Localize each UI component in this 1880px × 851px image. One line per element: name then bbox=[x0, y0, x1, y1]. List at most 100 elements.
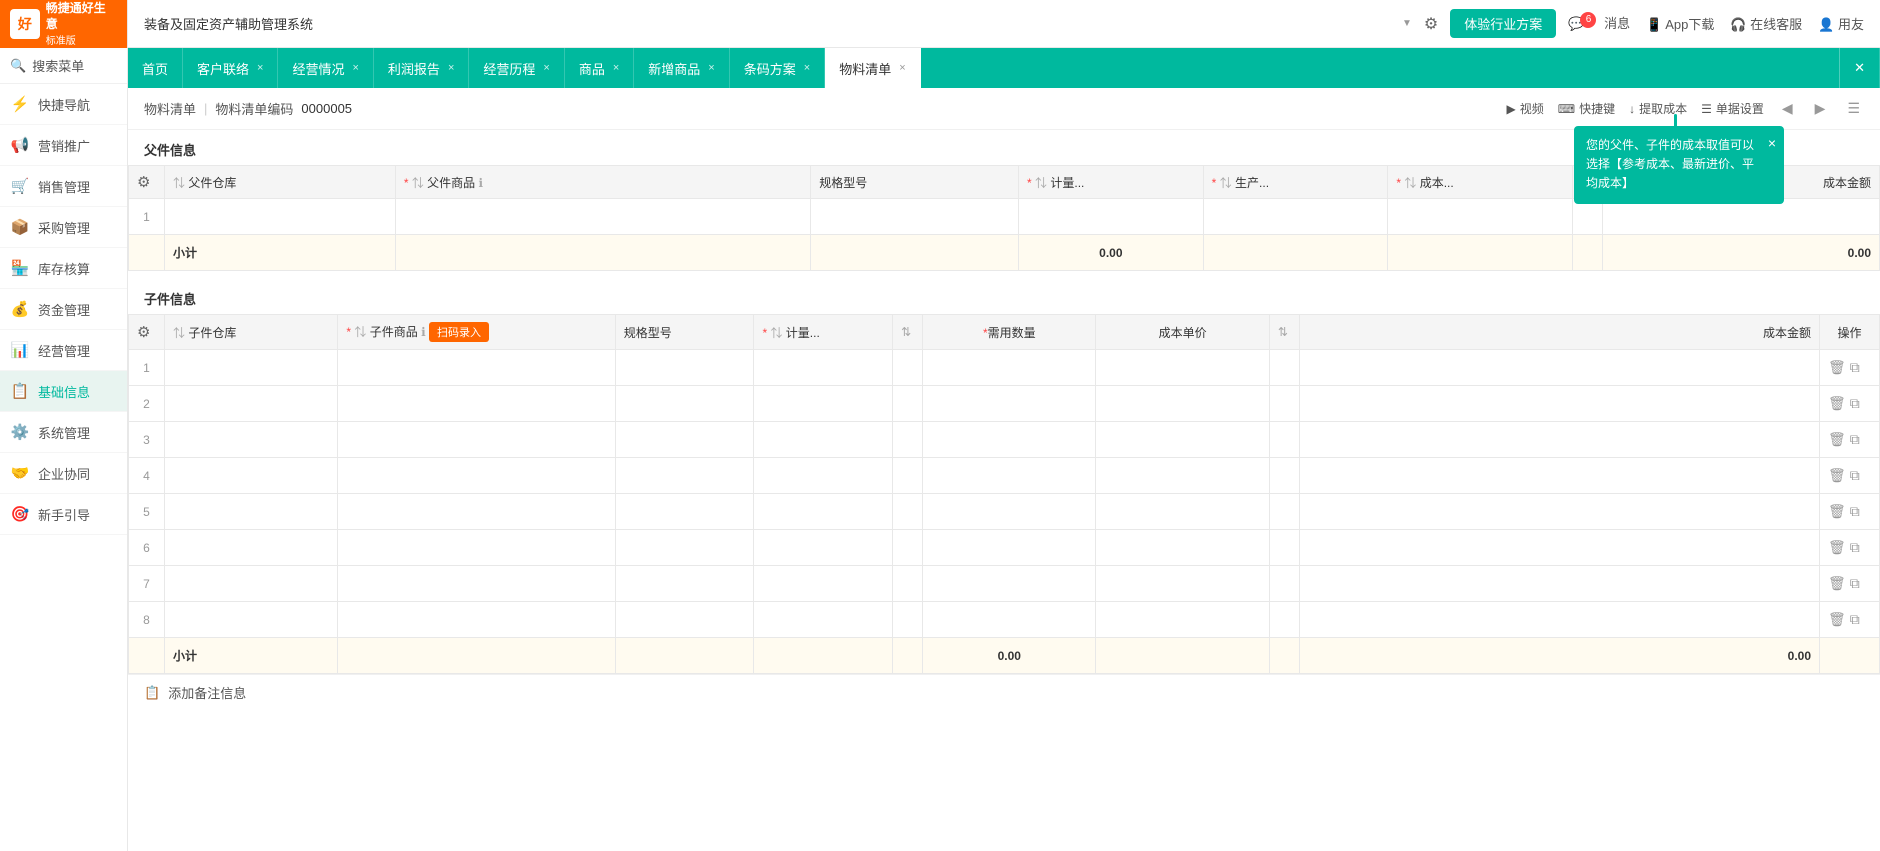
extract-cost-btn[interactable]: ↓ 提取成本 bbox=[1629, 100, 1687, 117]
single-setting-btn[interactable]: ☰ 单据设置 bbox=[1701, 100, 1764, 117]
breadcrumb-list[interactable]: 物料清单 bbox=[144, 99, 196, 118]
prod-sort[interactable]: ⇅ bbox=[1220, 176, 1235, 190]
child-spec-cell[interactable] bbox=[615, 386, 754, 422]
delete-icon[interactable]: 🗑 bbox=[1828, 467, 1846, 484]
tab-close-all[interactable]: ✕ bbox=[1839, 48, 1880, 88]
child-warehouse-cell[interactable] bbox=[165, 494, 338, 530]
delete-icon[interactable]: 🗑 bbox=[1828, 395, 1846, 412]
child-quantity-cell[interactable] bbox=[923, 386, 1096, 422]
copy-icon[interactable]: ⧉ bbox=[1850, 467, 1860, 484]
child-product-cell[interactable] bbox=[338, 386, 615, 422]
child-unit-cell[interactable] bbox=[754, 386, 893, 422]
app-download-action[interactable]: 📱 App下载 bbox=[1646, 14, 1714, 33]
child-spec-cell[interactable] bbox=[615, 350, 754, 386]
sidebar-item-guide[interactable]: 🎯 新手引导 bbox=[0, 494, 127, 535]
child-unit-cost-cell[interactable] bbox=[1096, 458, 1269, 494]
sidebar-item-cooperation[interactable]: 🤝 企业协同 bbox=[0, 453, 127, 494]
delete-icon[interactable]: 🗑 bbox=[1828, 611, 1846, 628]
tab-ops-status-close[interactable]: × bbox=[352, 62, 358, 74]
child-spec-cell[interactable] bbox=[615, 566, 754, 602]
child-sort2-icon[interactable]: ⇅ bbox=[1278, 325, 1288, 339]
child-product-cell[interactable] bbox=[338, 350, 615, 386]
child-product-cell[interactable] bbox=[338, 602, 615, 638]
tab-profit[interactable]: 利润报告 × bbox=[374, 48, 469, 88]
menu-icon[interactable]: ☰ bbox=[1843, 98, 1864, 119]
child-product-cell[interactable] bbox=[338, 566, 615, 602]
unit-sort[interactable]: ⇅ bbox=[1035, 176, 1050, 190]
child-unit-cell[interactable] bbox=[754, 566, 893, 602]
sidebar-item-operations[interactable]: 📊 经营管理 bbox=[0, 330, 127, 371]
child-quantity-cell[interactable] bbox=[923, 566, 1096, 602]
scan-btn[interactable]: 扫码录入 bbox=[429, 322, 489, 342]
prev-arrow[interactable]: ◀ bbox=[1778, 98, 1797, 119]
child-quantity-cell[interactable] bbox=[923, 458, 1096, 494]
delete-icon[interactable]: 🗑 bbox=[1828, 575, 1846, 592]
child-unit-cost-cell[interactable] bbox=[1096, 350, 1269, 386]
child-unit-cost-cell[interactable] bbox=[1096, 422, 1269, 458]
shortcut-btn[interactable]: ⌨ 快捷键 bbox=[1558, 100, 1615, 117]
parent-unit-cell[interactable] bbox=[1019, 199, 1204, 235]
child-unit-cost-cell[interactable] bbox=[1096, 530, 1269, 566]
add-note-label[interactable]: 添加备注信息 bbox=[168, 683, 246, 702]
child-wh-sort[interactable]: ⇅ bbox=[173, 326, 188, 340]
info-icon[interactable]: ℹ bbox=[479, 176, 484, 190]
child-unit-cell[interactable] bbox=[754, 422, 893, 458]
online-service-action[interactable]: 🎧 在线客服 bbox=[1730, 14, 1802, 33]
view-video-btn[interactable]: ▶ 视频 bbox=[1506, 100, 1543, 117]
tab-bom-close[interactable]: × bbox=[899, 62, 905, 74]
copy-icon[interactable]: ⧉ bbox=[1850, 575, 1860, 592]
child-quantity-cell[interactable] bbox=[923, 350, 1096, 386]
tab-home[interactable]: 首页 bbox=[128, 48, 183, 88]
child-quantity-cell[interactable] bbox=[923, 494, 1096, 530]
child-warehouse-cell[interactable] bbox=[165, 386, 338, 422]
copy-icon[interactable]: ⧉ bbox=[1850, 539, 1860, 556]
tab-customer[interactable]: 客户联络 × bbox=[183, 48, 278, 88]
child-sort1-icon[interactable]: ⇅ bbox=[901, 325, 911, 339]
sidebar-item-purchase[interactable]: 📦 采购管理 bbox=[0, 207, 127, 248]
child-warehouse-cell[interactable] bbox=[165, 530, 338, 566]
parent-product-cell[interactable] bbox=[395, 199, 810, 235]
copy-icon[interactable]: ⧉ bbox=[1850, 611, 1860, 628]
tab-barcode-close[interactable]: × bbox=[804, 62, 810, 74]
copy-icon[interactable]: ⧉ bbox=[1850, 359, 1860, 376]
copy-icon[interactable]: ⧉ bbox=[1850, 431, 1860, 448]
tab-goods[interactable]: 商品 × bbox=[565, 48, 634, 88]
child-warehouse-cell[interactable] bbox=[165, 602, 338, 638]
child-unit-cell[interactable] bbox=[754, 602, 893, 638]
parent-warehouse-cell[interactable] bbox=[165, 199, 396, 235]
search-menu[interactable]: 🔍 搜索菜单 bbox=[0, 48, 127, 84]
child-spec-cell[interactable] bbox=[615, 422, 754, 458]
sidebar-item-marketing[interactable]: 📢 营销推广 bbox=[0, 125, 127, 166]
sidebar-item-quick-nav[interactable]: ⚡ 快捷导航 bbox=[0, 84, 127, 125]
cost-sort[interactable]: ⇅ bbox=[1404, 176, 1419, 190]
delete-icon[interactable]: 🗑 bbox=[1828, 503, 1846, 520]
child-unit-cell[interactable] bbox=[754, 350, 893, 386]
child-unit-cost-cell[interactable] bbox=[1096, 386, 1269, 422]
child-unit-cost-cell[interactable] bbox=[1096, 602, 1269, 638]
delete-icon[interactable]: 🗑 bbox=[1828, 359, 1846, 376]
user-avatar[interactable]: 👤 用友 bbox=[1818, 14, 1864, 33]
tooltip-close-btn[interactable]: × bbox=[1768, 132, 1776, 154]
tab-goods-close[interactable]: × bbox=[613, 62, 619, 74]
copy-icon[interactable]: ⧉ bbox=[1850, 395, 1860, 412]
child-unit-cell[interactable] bbox=[754, 458, 893, 494]
delete-icon[interactable]: 🗑 bbox=[1828, 539, 1846, 556]
trial-btn[interactable]: 体验行业方案 bbox=[1450, 9, 1556, 38]
tab-new-goods-close[interactable]: × bbox=[708, 62, 714, 74]
child-warehouse-cell[interactable] bbox=[165, 458, 338, 494]
child-unit-sort[interactable]: ⇅ bbox=[770, 326, 785, 340]
parent-cost-cell[interactable] bbox=[1388, 199, 1573, 235]
settings-icon[interactable]: ⚙ bbox=[1424, 14, 1438, 34]
parent-warehouse-sort[interactable]: ⇅ bbox=[173, 176, 188, 190]
child-unit-cost-cell[interactable] bbox=[1096, 566, 1269, 602]
tab-barcode[interactable]: 条码方案 × bbox=[730, 48, 825, 88]
child-gear-icon[interactable]: ⚙ bbox=[137, 324, 150, 341]
tab-profit-close[interactable]: × bbox=[448, 62, 454, 74]
child-quantity-cell[interactable] bbox=[923, 422, 1096, 458]
parent-warehouse-sort2[interactable]: ⇅ bbox=[412, 176, 427, 190]
next-arrow[interactable]: ▶ bbox=[1811, 98, 1830, 119]
child-warehouse-cell[interactable] bbox=[165, 566, 338, 602]
child-product-cell[interactable] bbox=[338, 422, 615, 458]
child-unit-cost-cell[interactable] bbox=[1096, 494, 1269, 530]
sidebar-item-sales[interactable]: 🛒 销售管理 bbox=[0, 166, 127, 207]
